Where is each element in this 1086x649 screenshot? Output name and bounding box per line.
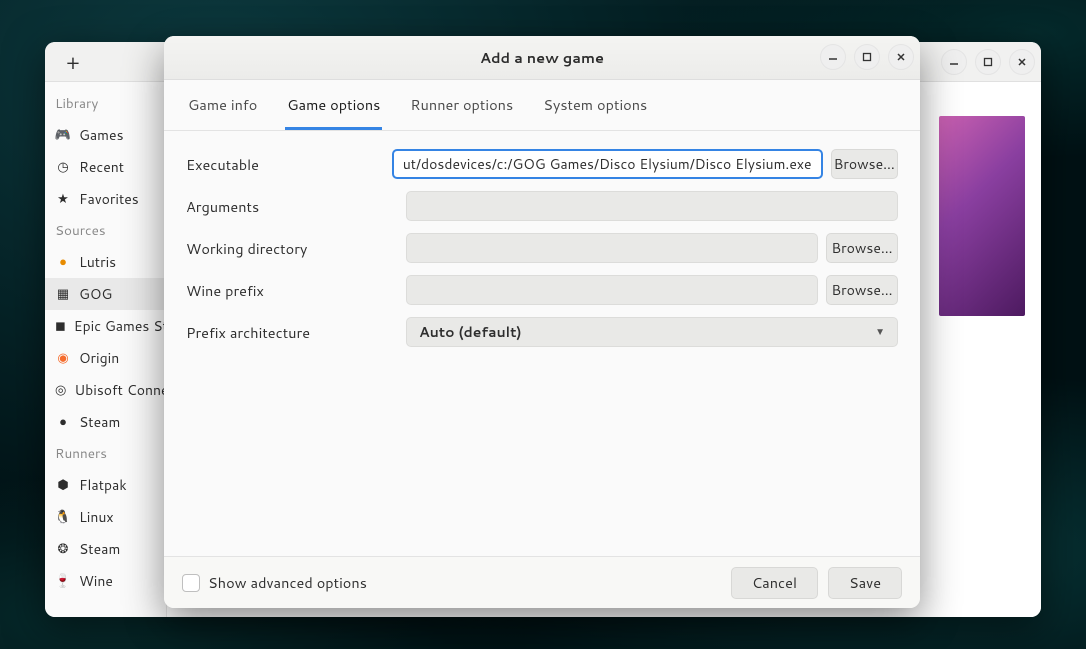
show-advanced-label: Show advanced options: [208, 572, 367, 593]
epic-icon: ◼: [55, 318, 66, 334]
add-button[interactable]: +: [59, 51, 87, 75]
sidebar-item-epic[interactable]: ◼ Epic Games St: [45, 310, 166, 342]
steam-icon: ❂: [55, 541, 71, 557]
maximize-button[interactable]: [975, 49, 1001, 75]
origin-icon: ◉: [55, 350, 71, 366]
prefix-arch-select[interactable]: Auto (default) ▼: [406, 317, 898, 347]
chevron-down-icon: ▼: [875, 325, 885, 339]
sidebar-item-label: Origin: [79, 348, 119, 368]
gog-icon: ▦: [55, 286, 71, 302]
cancel-button[interactable]: Cancel: [731, 567, 818, 599]
tab-game-info[interactable]: Game info: [186, 80, 259, 130]
ubisoft-icon: ◎: [55, 382, 66, 398]
sidebar-item-label: Recent: [79, 157, 124, 177]
dialog-maximize-button[interactable]: [854, 44, 880, 70]
sidebar-item-label: Wine: [79, 571, 113, 591]
sidebar-item-gog[interactable]: ▦ GOG: [45, 278, 166, 310]
sidebar-item-favorites[interactable]: ★ Favorites: [45, 183, 166, 215]
sidebar-item-label: Linux: [79, 507, 114, 527]
flatpak-icon: ⬢: [55, 477, 71, 493]
dialog-form: Executable ut/dosdevices/c:/GOG Games/Di…: [164, 131, 920, 556]
sidebar-section-runners: Runners: [45, 438, 166, 469]
sidebar-item-label: Lutris: [79, 252, 116, 272]
working-dir-label: Working directory: [186, 238, 406, 259]
executable-input[interactable]: ut/dosdevices/c:/GOG Games/Disco Elysium…: [392, 149, 823, 179]
working-dir-browse-button[interactable]: Browse…: [826, 233, 898, 263]
sidebar-item-label: Steam: [79, 539, 120, 559]
sidebar-item-label: Flatpak: [79, 475, 127, 495]
dialog-titlebar: Add a new game: [164, 36, 920, 80]
sidebar-item-flatpak[interactable]: ⬢ Flatpak: [45, 469, 166, 501]
executable-label: Executable: [186, 154, 392, 175]
working-dir-input[interactable]: [406, 233, 818, 263]
tab-game-options[interactable]: Game options: [285, 80, 382, 130]
dialog-minimize-button[interactable]: [820, 44, 846, 70]
sidebar-item-steam-runner[interactable]: ❂ Steam: [45, 533, 166, 565]
sidebar-item-origin[interactable]: ◉ Origin: [45, 342, 166, 374]
game-cover-art[interactable]: [939, 116, 1025, 316]
sidebar-item-linux[interactable]: 🐧 Linux: [45, 501, 166, 533]
sidebar-item-label: Steam: [79, 412, 120, 432]
sidebar-item-recent[interactable]: ◷ Recent: [45, 151, 166, 183]
sidebar-item-games[interactable]: 🎮 Games: [45, 119, 166, 151]
arguments-input[interactable]: [406, 191, 898, 221]
tab-system-options[interactable]: System options: [541, 80, 649, 130]
sidebar-section-sources: Sources: [45, 215, 166, 246]
sidebar-item-steam[interactable]: ● Steam: [45, 406, 166, 438]
dialog-title: Add a new game: [480, 47, 604, 68]
wine-prefix-input[interactable]: [406, 275, 818, 305]
library-close-button[interactable]: [1009, 49, 1035, 75]
steam-icon: ●: [55, 414, 71, 430]
minimize-button[interactable]: [941, 49, 967, 75]
sidebar-item-label: Favorites: [79, 189, 139, 209]
sidebar-item-ubisoft[interactable]: ◎ Ubisoft Conne: [45, 374, 166, 406]
sidebar-item-label: Ubisoft Conne: [74, 380, 167, 400]
sidebar-item-lutris[interactable]: ● Lutris: [45, 246, 166, 278]
sidebar-item-label: Epic Games St: [74, 316, 167, 336]
sidebar-item-label: GOG: [79, 284, 112, 304]
add-game-dialog: Add a new game Game info Game options Ru…: [164, 36, 920, 608]
dialog-footer: Show advanced options Cancel Save: [164, 556, 920, 608]
wine-icon: 🍷: [55, 573, 71, 589]
clock-icon: ◷: [55, 159, 71, 175]
save-button[interactable]: Save: [828, 567, 902, 599]
executable-value: ut/dosdevices/c:/GOG Games/Disco Elysium…: [403, 154, 812, 174]
sidebar-item-wine[interactable]: 🍷 Wine: [45, 565, 166, 597]
dialog-tabs: Game info Game options Runner options Sy…: [164, 80, 920, 131]
gamepad-icon: 🎮: [55, 127, 71, 143]
sidebar: Library 🎮 Games ◷ Recent ★ Favorites Sou…: [45, 82, 167, 617]
wine-prefix-browse-button[interactable]: Browse…: [826, 275, 898, 305]
prefix-arch-value: Auto (default): [419, 322, 522, 342]
sidebar-item-label: Games: [79, 125, 124, 145]
show-advanced-checkbox[interactable]: [182, 574, 200, 592]
executable-browse-button[interactable]: Browse…: [831, 149, 898, 179]
lutris-icon: ●: [55, 254, 71, 270]
dialog-close-button[interactable]: [888, 44, 914, 70]
wine-prefix-label: Wine prefix: [186, 280, 406, 301]
tab-runner-options[interactable]: Runner options: [408, 80, 515, 130]
star-icon: ★: [55, 191, 71, 207]
linux-icon: 🐧: [55, 509, 71, 525]
sidebar-section-library: Library: [45, 88, 166, 119]
prefix-arch-label: Prefix architecture: [186, 322, 406, 343]
arguments-label: Arguments: [186, 196, 406, 217]
